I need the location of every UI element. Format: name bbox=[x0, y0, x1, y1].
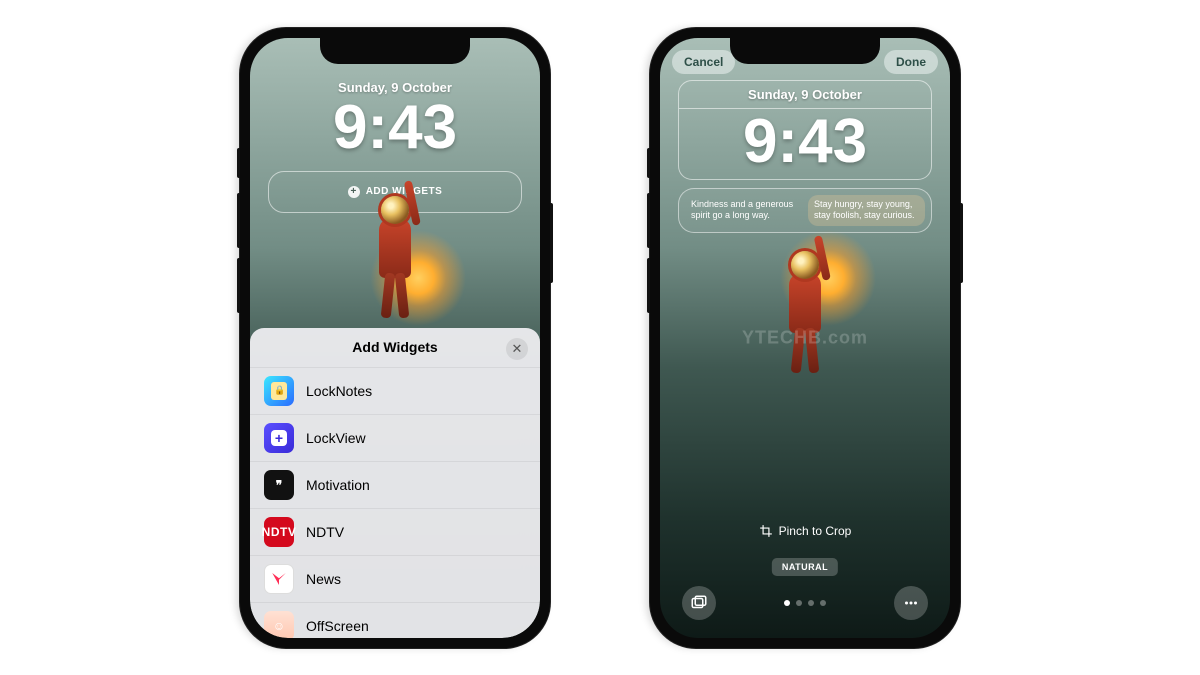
page-dots[interactable] bbox=[784, 600, 826, 606]
editor-bottom-bar bbox=[660, 586, 950, 620]
sheet-item-label: News bbox=[306, 571, 341, 587]
watermark-text: YTECHB.com bbox=[742, 327, 868, 348]
wallpaper-subject bbox=[775, 273, 835, 333]
date-widget-slot[interactable]: Sunday, 9 October bbox=[678, 80, 932, 109]
sheet-item-label: LockNotes bbox=[306, 383, 372, 399]
sheet-item-label: Motivation bbox=[306, 477, 370, 493]
lockview-icon: + bbox=[264, 423, 294, 453]
ellipsis-icon bbox=[902, 594, 920, 612]
close-sheet-button[interactable]: ✕ bbox=[506, 338, 528, 360]
notch bbox=[320, 38, 470, 64]
pinch-label: Pinch to Crop bbox=[779, 524, 852, 538]
widget-quote-left[interactable]: Kindness and a generous spirit go a long… bbox=[685, 195, 802, 226]
page-dot bbox=[808, 600, 814, 606]
widget-app-motivation[interactable]: ❞ Motivation bbox=[250, 462, 540, 509]
more-options-button[interactable] bbox=[894, 586, 928, 620]
lockscreen-editor: Cancel Done Sunday, 9 October 9:43 Kindn… bbox=[660, 38, 950, 638]
sheet-item-label: NDTV bbox=[306, 524, 344, 540]
news-icon bbox=[264, 564, 294, 594]
ndtv-icon: NDTV bbox=[264, 517, 294, 547]
page-dot bbox=[820, 600, 826, 606]
widget-app-ndtv[interactable]: NDTV NDTV bbox=[250, 509, 540, 556]
page-dot bbox=[784, 600, 790, 606]
sheet-item-label: OffScreen bbox=[306, 618, 369, 634]
phone-right: Cancel Done Sunday, 9 October 9:43 Kindn… bbox=[650, 28, 960, 648]
widget-app-list[interactable]: LockNotes + LockView ❞ Motivation NDTV N… bbox=[250, 368, 540, 638]
locknotes-icon bbox=[264, 376, 294, 406]
time-widget-slot[interactable]: 9:43 bbox=[678, 109, 932, 180]
widget-quote-right[interactable]: Stay hungry, stay young, stay foolish, s… bbox=[808, 195, 925, 226]
lockscreen-left: Sunday, 9 October 9:43 + ADD WIDGETS Add… bbox=[250, 38, 540, 638]
widget-app-lockview[interactable]: + LockView bbox=[250, 415, 540, 462]
close-icon: ✕ bbox=[512, 341, 523, 357]
offscreen-icon: ☺ bbox=[264, 611, 294, 638]
gallery-icon bbox=[690, 594, 708, 612]
sheet-item-label: LockView bbox=[306, 430, 366, 446]
widgets-slot[interactable]: Kindness and a generous spirit go a long… bbox=[678, 188, 932, 233]
widget-app-news[interactable]: News bbox=[250, 556, 540, 603]
pinch-to-crop-hint: Pinch to Crop bbox=[660, 524, 950, 538]
crop-icon bbox=[759, 524, 773, 538]
phone-left: Sunday, 9 October 9:43 + ADD WIDGETS Add… bbox=[240, 28, 550, 648]
sheet-title: Add Widgets bbox=[352, 339, 437, 355]
add-widgets-sheet: Add Widgets ✕ LockNotes + LockView ❞ Mot… bbox=[250, 328, 540, 638]
wallpaper-gallery-button[interactable] bbox=[682, 586, 716, 620]
notch bbox=[730, 38, 880, 64]
sheet-header: Add Widgets ✕ bbox=[250, 328, 540, 368]
motivation-icon: ❞ bbox=[264, 470, 294, 500]
plus-icon: + bbox=[348, 186, 360, 198]
widget-app-locknotes[interactable]: LockNotes bbox=[250, 368, 540, 415]
lockscreen-time: 9:43 bbox=[250, 97, 540, 159]
wallpaper-subject bbox=[365, 218, 425, 278]
widget-app-offscreen[interactable]: ☺ OffScreen bbox=[250, 603, 540, 638]
done-button[interactable]: Done bbox=[884, 50, 938, 74]
cancel-button[interactable]: Cancel bbox=[672, 50, 735, 74]
color-filter-chip[interactable]: NATURAL bbox=[772, 558, 838, 576]
page-dot bbox=[796, 600, 802, 606]
